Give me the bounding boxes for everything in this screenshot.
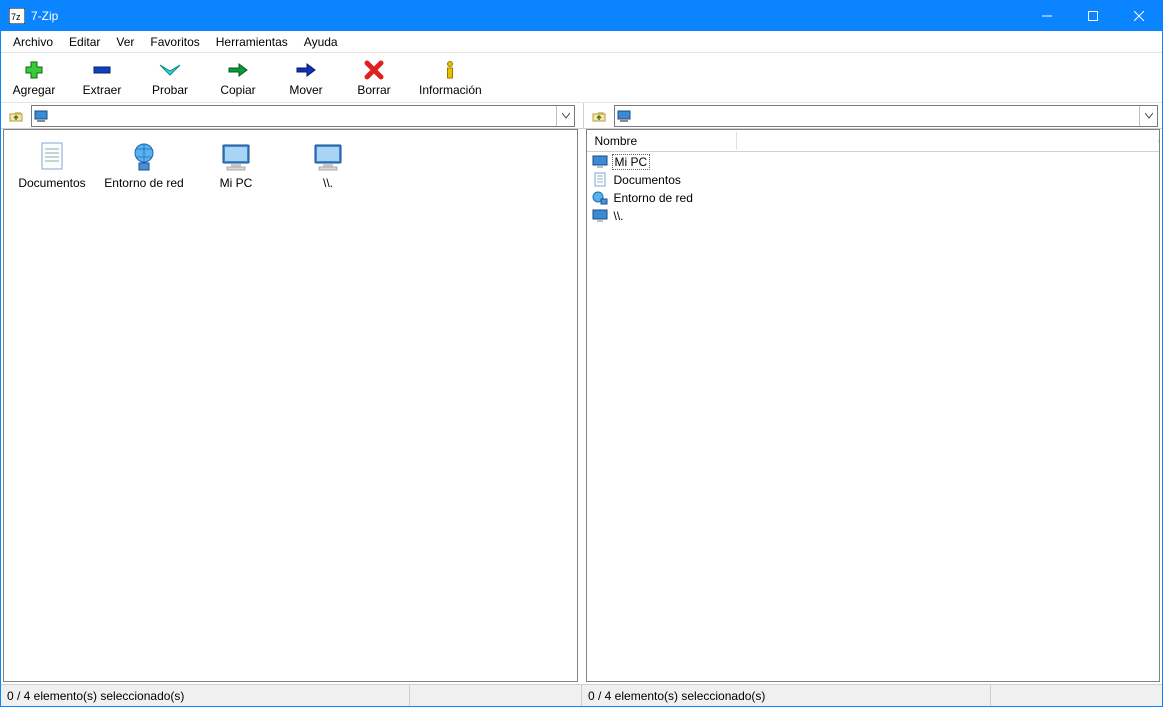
add-label: Agregar bbox=[13, 83, 56, 97]
computer-icon bbox=[591, 209, 609, 223]
up-button-left[interactable] bbox=[5, 105, 27, 127]
item-documentos[interactable]: Documentos bbox=[6, 136, 98, 194]
delete-x-icon bbox=[363, 59, 385, 81]
address-pane-right bbox=[583, 103, 1162, 128]
list-rows: Mi PC Documentos Entorno de red \\. bbox=[587, 152, 1160, 225]
copy-arrow-icon bbox=[225, 59, 251, 81]
address-input-left[interactable] bbox=[52, 106, 556, 126]
menu-herramientas[interactable]: Herramientas bbox=[208, 33, 296, 51]
pane-splitter[interactable] bbox=[580, 129, 584, 684]
document-icon bbox=[591, 172, 609, 188]
move-button[interactable]: Mover bbox=[277, 57, 335, 99]
toolbar: Agregar Extraer Probar Copiar Mover Borr… bbox=[1, 53, 1162, 103]
list-item-mi-pc[interactable]: Mi PC bbox=[587, 153, 1160, 171]
extract-button[interactable]: Extraer bbox=[73, 57, 131, 99]
column-header-blank[interactable] bbox=[737, 139, 1160, 143]
item-label: Entorno de red bbox=[104, 176, 183, 190]
status-right-blank bbox=[991, 685, 1162, 706]
move-arrow-icon bbox=[293, 59, 319, 81]
network-icon bbox=[127, 140, 161, 174]
address-combo-left[interactable] bbox=[31, 105, 575, 127]
item-root-path[interactable]: \\. bbox=[282, 136, 374, 194]
list-item-root-path[interactable]: \\. bbox=[587, 207, 1160, 225]
panes: Documentos Entorno de red Mi PC \\. bbox=[1, 129, 1162, 684]
svg-text:7z: 7z bbox=[11, 12, 21, 22]
statusbar: 0 / 4 elemento(s) seleccionado(s) 0 / 4 … bbox=[1, 684, 1162, 706]
menubar: Archivo Editar Ver Favoritos Herramienta… bbox=[1, 31, 1162, 53]
list-item-label: \\. bbox=[612, 209, 626, 223]
computer-icon bbox=[311, 140, 345, 174]
minus-icon bbox=[91, 59, 113, 81]
item-entorno-de-red[interactable]: Entorno de red bbox=[98, 136, 190, 194]
up-button-right[interactable] bbox=[588, 105, 610, 127]
menu-archivo[interactable]: Archivo bbox=[5, 33, 61, 51]
list-item-label: Mi PC bbox=[612, 154, 651, 170]
list-item-entorno-de-red[interactable]: Entorno de red bbox=[587, 189, 1160, 207]
address-dropdown-left[interactable] bbox=[556, 106, 574, 126]
copy-button[interactable]: Copiar bbox=[209, 57, 267, 99]
info-icon bbox=[439, 59, 461, 81]
check-icon bbox=[158, 59, 182, 81]
list-item-documentos[interactable]: Documentos bbox=[587, 171, 1160, 189]
chevron-down-icon bbox=[562, 112, 570, 120]
info-button[interactable]: Información bbox=[413, 57, 488, 99]
menu-favoritos[interactable]: Favoritos bbox=[142, 33, 207, 51]
computer-root-icon bbox=[32, 109, 52, 123]
extract-label: Extraer bbox=[83, 83, 122, 97]
item-label: \\. bbox=[323, 176, 333, 190]
folder-up-icon bbox=[591, 108, 607, 124]
address-pane-left bbox=[1, 103, 579, 128]
item-label: Mi PC bbox=[220, 176, 253, 190]
status-left: 0 / 4 elemento(s) seleccionado(s) bbox=[1, 685, 410, 706]
plus-icon bbox=[23, 59, 45, 81]
icon-view: Documentos Entorno de red Mi PC \\. bbox=[4, 130, 577, 200]
titlebar: 7z 7-Zip bbox=[1, 1, 1162, 31]
maximize-button[interactable] bbox=[1070, 1, 1116, 31]
status-right: 0 / 4 elemento(s) seleccionado(s) bbox=[582, 685, 991, 706]
info-label: Información bbox=[419, 83, 482, 97]
list-header: Nombre bbox=[587, 130, 1160, 152]
address-combo-right[interactable] bbox=[614, 105, 1158, 127]
move-label: Mover bbox=[289, 83, 322, 97]
window-controls bbox=[1024, 1, 1162, 31]
copy-label: Copiar bbox=[220, 83, 255, 97]
close-button[interactable] bbox=[1116, 1, 1162, 31]
test-label: Probar bbox=[152, 83, 188, 97]
menu-ver[interactable]: Ver bbox=[108, 33, 142, 51]
right-pane[interactable]: Nombre Mi PC Documentos Entorno de re bbox=[586, 129, 1161, 682]
computer-icon bbox=[219, 140, 253, 174]
item-mi-pc[interactable]: Mi PC bbox=[190, 136, 282, 194]
delete-button[interactable]: Borrar bbox=[345, 57, 403, 99]
network-icon bbox=[591, 191, 609, 205]
address-row bbox=[1, 103, 1162, 129]
app-icon: 7z bbox=[9, 8, 25, 24]
status-left-blank bbox=[410, 685, 582, 706]
folder-up-icon bbox=[8, 108, 24, 124]
address-dropdown-right[interactable] bbox=[1139, 106, 1157, 126]
add-button[interactable]: Agregar bbox=[5, 57, 63, 99]
chevron-down-icon bbox=[1145, 112, 1153, 120]
list-item-label: Entorno de red bbox=[612, 191, 695, 205]
test-button[interactable]: Probar bbox=[141, 57, 199, 99]
computer-root-icon bbox=[615, 109, 635, 123]
minimize-button[interactable] bbox=[1024, 1, 1070, 31]
item-label: Documentos bbox=[18, 176, 85, 190]
delete-label: Borrar bbox=[357, 83, 390, 97]
document-icon bbox=[37, 140, 67, 174]
menu-editar[interactable]: Editar bbox=[61, 33, 108, 51]
computer-icon bbox=[591, 155, 609, 169]
list-item-label: Documentos bbox=[612, 173, 683, 187]
left-pane[interactable]: Documentos Entorno de red Mi PC \\. bbox=[3, 129, 578, 682]
address-input-right[interactable] bbox=[635, 106, 1139, 126]
menu-ayuda[interactable]: Ayuda bbox=[296, 33, 346, 51]
column-header-name[interactable]: Nombre bbox=[587, 132, 737, 150]
window-title: 7-Zip bbox=[31, 9, 1024, 23]
